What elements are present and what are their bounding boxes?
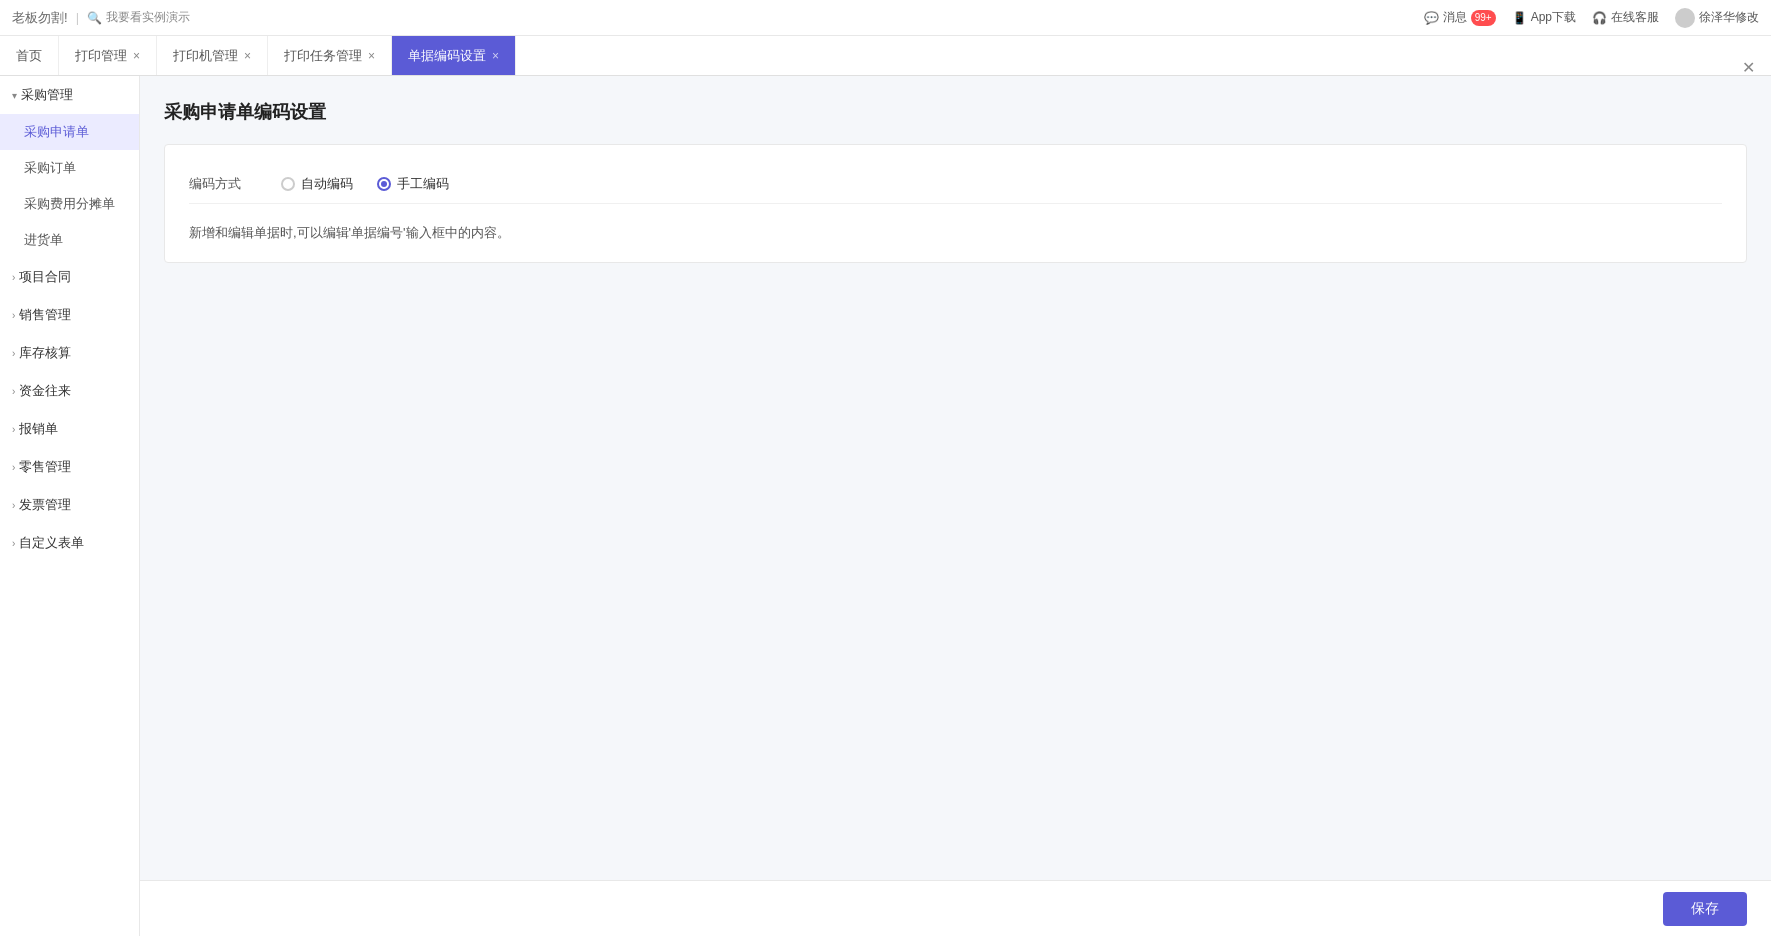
sidebar-group-inventory-title[interactable]: › 库存核算 <box>0 334 139 372</box>
tab-printer-mgmt[interactable]: 打印机管理 × <box>157 36 268 75</box>
chevron-down-icon: ▾ <box>12 90 17 101</box>
tab-bar: 首页 打印管理 × 打印机管理 × 打印任务管理 × 单据编码设置 × <box>0 36 1771 76</box>
coding-method-row: 编码方式 自动编码 手工编码 <box>189 165 1722 204</box>
radio-manual-label: 手工编码 <box>397 175 449 193</box>
sidebar-group-invoice-title[interactable]: › 发票管理 <box>0 486 139 524</box>
sidebar-item-purchase-order-label: 采购订单 <box>24 159 76 177</box>
search-icon: 🔍 <box>87 11 102 25</box>
message-badge: 99+ <box>1471 10 1496 26</box>
tab-print-task-mgmt[interactable]: 打印任务管理 × <box>268 36 392 75</box>
sidebar-group-invoice: › 发票管理 <box>0 486 139 524</box>
sidebar-group-project: › 项目合同 <box>0 258 139 296</box>
sidebar-group-capital-label: 资金往来 <box>19 382 71 400</box>
sidebar-group-retail: › 零售管理 <box>0 448 139 486</box>
chevron-right-icon-1: › <box>12 272 15 283</box>
top-bar-right: 💬 消息 99+ 📱 App下载 🎧 在线客服 徐泽华修改 <box>1424 8 1759 28</box>
tab-home[interactable]: 首页 <box>0 36 59 75</box>
message-button[interactable]: 💬 消息 99+ <box>1424 9 1496 26</box>
service-icon: 🎧 <box>1592 11 1607 25</box>
sidebar-group-inventory: › 库存核算 <box>0 334 139 372</box>
sidebar-item-purchase-expense[interactable]: 采购费用分摊单 <box>0 186 139 222</box>
chevron-right-icon-2: › <box>12 310 15 321</box>
page-title: 采购申请单编码设置 <box>164 100 1747 124</box>
radio-auto-label: 自动编码 <box>301 175 353 193</box>
tab-voucher-code-close[interactable]: × <box>492 49 499 63</box>
search-area[interactable]: 🔍 我要看实例演示 <box>87 9 190 26</box>
sidebar-group-purchase-label: 采购管理 <box>21 86 73 104</box>
tab-print-mgmt[interactable]: 打印管理 × <box>59 36 157 75</box>
sidebar-group-purchase-title[interactable]: ▾ 采购管理 <box>0 76 139 114</box>
sidebar-item-purchase-order[interactable]: 采购订单 <box>0 150 139 186</box>
sidebar-group-retail-label: 零售管理 <box>19 458 71 476</box>
hint-text: 新增和编辑单据时,可以编辑'单据编号'输入框中的内容。 <box>189 224 1722 242</box>
avatar <box>1675 8 1695 28</box>
sidebar-group-inventory-label: 库存核算 <box>19 344 71 362</box>
brand-text: 老板勿割! <box>12 9 68 27</box>
sidebar-group-purchase: ▾ 采购管理 采购申请单 采购订单 采购费用分摊单 进货单 <box>0 76 139 258</box>
tab-print-task-mgmt-label: 打印任务管理 <box>284 47 362 65</box>
sidebar-group-sales-title[interactable]: › 销售管理 <box>0 296 139 334</box>
tab-print-mgmt-label: 打印管理 <box>75 47 127 65</box>
content-area: 采购申请单编码设置 编码方式 自动编码 手工编码 <box>140 76 1771 936</box>
sidebar-group-capital: › 资金往来 <box>0 372 139 410</box>
sidebar-group-custom-form-label: 自定义表单 <box>19 534 84 552</box>
sidebar-group-expense: › 报销单 <box>0 410 139 448</box>
tab-printer-mgmt-label: 打印机管理 <box>173 47 238 65</box>
sidebar-group-invoice-label: 发票管理 <box>19 496 71 514</box>
sidebar-group-project-title[interactable]: › 项目合同 <box>0 258 139 296</box>
online-service-button[interactable]: 🎧 在线客服 <box>1592 9 1659 26</box>
sidebar-group-sales-label: 销售管理 <box>19 306 71 324</box>
tab-printer-mgmt-close[interactable]: × <box>244 49 251 63</box>
main-layout: ▾ 采购管理 采购申请单 采购订单 采购费用分摊单 进货单 <box>0 76 1771 936</box>
footer-bar: 保存 <box>140 880 1771 936</box>
sidebar-group-capital-title[interactable]: › 资金往来 <box>0 372 139 410</box>
sidebar-group-expense-label: 报销单 <box>19 420 58 438</box>
search-text: 我要看实例演示 <box>106 9 190 26</box>
sidebar: ▾ 采购管理 采购申请单 采购订单 采购费用分摊单 进货单 <box>0 76 140 936</box>
sidebar-group-project-label: 项目合同 <box>19 268 71 286</box>
close-panel-button[interactable]: ✕ <box>1738 54 1759 81</box>
chevron-right-icon-8: › <box>12 538 15 549</box>
chevron-right-icon-4: › <box>12 386 15 397</box>
top-bar-left: 老板勿割! | 🔍 我要看实例演示 <box>12 9 190 27</box>
app-icon: 📱 <box>1512 11 1527 25</box>
radio-manual-circle <box>377 177 391 191</box>
radio-auto-option[interactable]: 自动编码 <box>281 175 353 193</box>
app-download-label: App下载 <box>1531 9 1576 26</box>
settings-card: 编码方式 自动编码 手工编码 新增和编辑单据时,可以编 <box>164 144 1747 263</box>
chevron-right-icon-3: › <box>12 348 15 359</box>
message-icon: 💬 <box>1424 11 1439 25</box>
sidebar-item-stock-in-label: 进货单 <box>24 231 63 249</box>
chevron-right-icon-7: › <box>12 500 15 511</box>
sidebar-group-custom-form: › 自定义表单 <box>0 524 139 562</box>
sidebar-group-sales: › 销售管理 <box>0 296 139 334</box>
save-button[interactable]: 保存 <box>1663 892 1747 926</box>
radio-group: 自动编码 手工编码 <box>281 175 449 193</box>
sidebar-group-retail-title[interactable]: › 零售管理 <box>0 448 139 486</box>
tab-print-mgmt-close[interactable]: × <box>133 49 140 63</box>
sidebar-item-stock-in[interactable]: 进货单 <box>0 222 139 258</box>
radio-manual-option[interactable]: 手工编码 <box>377 175 449 193</box>
message-label: 消息 <box>1443 9 1467 26</box>
sidebar-item-purchase-expense-label: 采购费用分摊单 <box>24 195 115 213</box>
sidebar-item-purchase-request-label: 采购申请单 <box>24 123 89 141</box>
chevron-right-icon-6: › <box>12 462 15 473</box>
tab-home-label: 首页 <box>16 47 42 65</box>
sidebar-group-expense-title[interactable]: › 报销单 <box>0 410 139 448</box>
divider-1: | <box>76 10 79 25</box>
app-download-button[interactable]: 📱 App下载 <box>1512 9 1576 26</box>
tab-voucher-code-label: 单据编码设置 <box>408 47 486 65</box>
content-inner: 采购申请单编码设置 编码方式 自动编码 手工编码 <box>140 76 1771 880</box>
sidebar-group-custom-form-title[interactable]: › 自定义表单 <box>0 524 139 562</box>
user-menu[interactable]: 徐泽华修改 <box>1675 8 1759 28</box>
tab-print-task-mgmt-close[interactable]: × <box>368 49 375 63</box>
radio-auto-circle <box>281 177 295 191</box>
coding-method-label: 编码方式 <box>189 175 249 193</box>
user-name: 徐泽华修改 <box>1699 9 1759 26</box>
sidebar-item-purchase-request[interactable]: 采购申请单 <box>0 114 139 150</box>
chevron-right-icon-5: › <box>12 424 15 435</box>
tab-voucher-code[interactable]: 单据编码设置 × <box>392 36 516 75</box>
online-service-label: 在线客服 <box>1611 9 1659 26</box>
top-bar: 老板勿割! | 🔍 我要看实例演示 💬 消息 99+ 📱 App下载 🎧 在线客… <box>0 0 1771 36</box>
